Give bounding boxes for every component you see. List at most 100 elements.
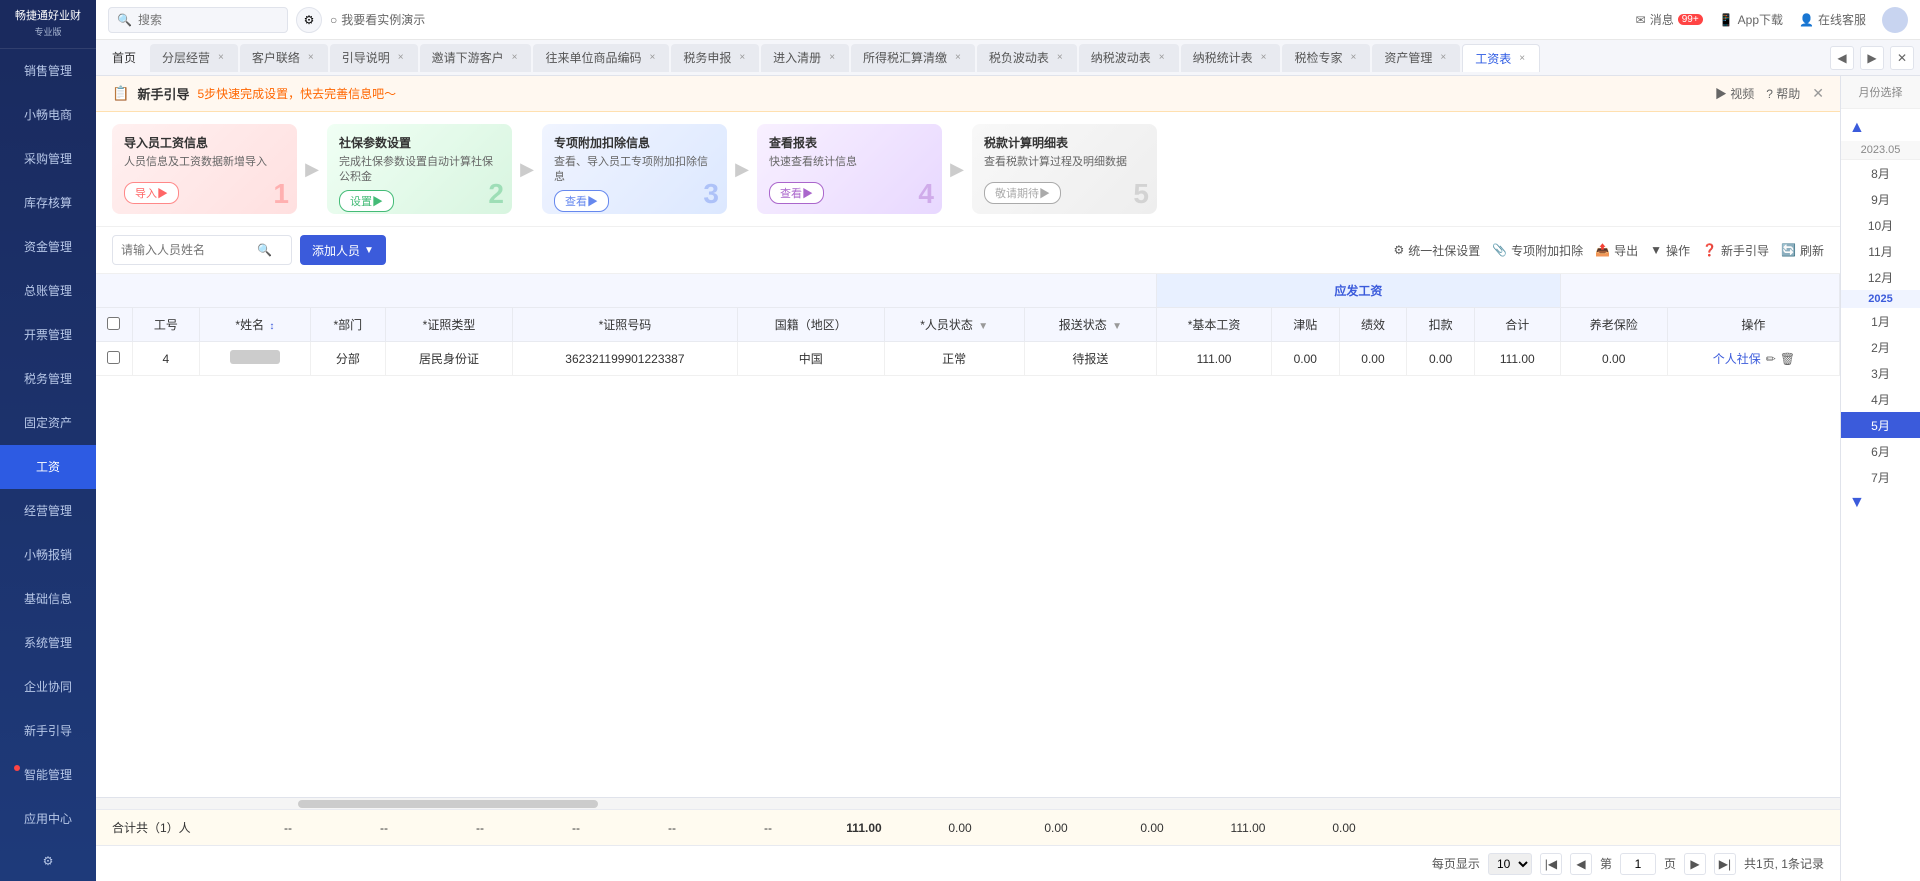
action-social-insurance-0[interactable]: 个人社保 (1713, 352, 1761, 366)
toolbar-action-1[interactable]: 📎专项附加扣除 (1492, 242, 1583, 259)
step-btn-3[interactable]: 查看▶ (769, 182, 824, 204)
tab-1[interactable]: 分层经营× (150, 44, 238, 72)
month-picker-nav-down[interactable]: ▼ (1849, 494, 1865, 512)
month-item-8[interactable]: 3月 (1841, 360, 1920, 386)
tab-close-5[interactable]: × (647, 51, 657, 64)
person-search-icon[interactable]: 🔍 (257, 243, 272, 257)
toolbar-action-4[interactable]: ❓新手引导 (1702, 242, 1769, 259)
scroll-thumb[interactable] (298, 800, 598, 808)
horizontal-scrollbar[interactable] (96, 797, 1840, 809)
toolbar-action-5[interactable]: 🔄刷新 (1781, 242, 1824, 259)
tab-close-10[interactable]: × (1157, 51, 1167, 64)
tab-12[interactable]: 税检专家× (1282, 44, 1370, 72)
row-checkbox-0[interactable] (107, 351, 120, 364)
add-person-btn[interactable]: 添加人员 ▼ (300, 235, 386, 265)
month-item-10[interactable]: 5月 (1841, 412, 1920, 438)
sidebar-item-9[interactable]: 工资 (0, 445, 96, 489)
month-item-4[interactable]: 12月 (1841, 264, 1920, 290)
guide-help-btn[interactable]: ? 帮助 (1766, 85, 1800, 102)
tab-11[interactable]: 纳税统计表× (1181, 44, 1281, 72)
user-avatar[interactable] (1882, 7, 1908, 33)
month-item-7[interactable]: 2月 (1841, 334, 1920, 360)
sidebar-item-11[interactable]: 小畅报销 (0, 533, 96, 577)
settings-btn[interactable]: ⚙ (296, 7, 322, 33)
sidebar-item-15[interactable]: 新手引导 (0, 709, 96, 753)
step-btn-1[interactable]: 设置▶ (339, 190, 394, 212)
tab-close-13[interactable]: × (1438, 51, 1448, 64)
toolbar-action-2[interactable]: 📤导出 (1595, 242, 1638, 259)
month-item-9[interactable]: 4月 (1841, 386, 1920, 412)
month-item-12[interactable]: 7月 (1841, 464, 1920, 490)
sidebar-item-7[interactable]: 税务管理 (0, 357, 96, 401)
sidebar-item-13[interactable]: 系统管理 (0, 621, 96, 665)
page-first-btn[interactable]: |◀ (1540, 853, 1562, 875)
page-next-btn[interactable]: ▶ (1684, 853, 1706, 875)
sidebar-item-10[interactable]: 经营管理 (0, 489, 96, 533)
tab-8[interactable]: 所得税汇算清缴× (851, 44, 975, 72)
online-service-btn[interactable]: 👤 在线客服 (1799, 11, 1866, 28)
guide-video-btn[interactable]: ▶ 视频 (1715, 85, 1754, 102)
page-last-btn[interactable]: ▶| (1714, 853, 1736, 875)
month-item-6[interactable]: 1月 (1841, 308, 1920, 334)
month-item-11[interactable]: 6月 (1841, 438, 1920, 464)
tab-4[interactable]: 邀请下游客户× (420, 44, 532, 72)
tab-3[interactable]: 引导说明× (330, 44, 418, 72)
tab-10[interactable]: 纳税波动表× (1079, 44, 1179, 72)
action-delete-icon-0[interactable]: 🗑 (1780, 352, 1795, 366)
tab-close-1[interactable]: × (216, 51, 226, 64)
tab-7[interactable]: 进入清册× (761, 44, 849, 72)
sidebar-item-0[interactable]: 销售管理 (0, 49, 96, 93)
sidebar-item-4[interactable]: 资金管理 (0, 225, 96, 269)
tab-close-all[interactable]: ✕ (1890, 46, 1914, 70)
sidebar-settings-btn[interactable]: ⚙ (0, 841, 96, 881)
per-page-select[interactable]: 10 20 50 (1488, 853, 1532, 875)
sidebar-item-12[interactable]: 基础信息 (0, 577, 96, 621)
tab-2[interactable]: 客户联络× (240, 44, 328, 72)
message-btn[interactable]: ✉ 消息 99+ (1636, 11, 1703, 28)
tab-9[interactable]: 税负波动表× (977, 44, 1077, 72)
tab-close-12[interactable]: × (1348, 51, 1358, 64)
tab-close-14[interactable]: × (1517, 52, 1527, 65)
guide-close-btn[interactable]: ✕ (1812, 85, 1824, 102)
tab-close-2[interactable]: × (306, 51, 316, 64)
tab-nav-next[interactable]: ▶ (1860, 46, 1884, 70)
tab-nav-prev[interactable]: ◀ (1830, 46, 1854, 70)
sidebar-item-16[interactable]: 智能管理 (0, 753, 96, 797)
sidebar-item-2[interactable]: 采购管理 (0, 137, 96, 181)
step-btn-0[interactable]: 导入▶ (124, 182, 179, 204)
tab-close-9[interactable]: × (1055, 51, 1065, 64)
sidebar-item-8[interactable]: 固定资产 (0, 401, 96, 445)
sidebar-item-14[interactable]: 企业协同 (0, 665, 96, 709)
page-number-input[interactable] (1620, 853, 1656, 875)
month-item-3[interactable]: 11月 (1841, 238, 1920, 264)
select-all-checkbox[interactable] (107, 317, 120, 330)
month-picker-nav-up[interactable]: ▲ (1849, 119, 1865, 137)
month-item-2[interactable]: 10月 (1841, 212, 1920, 238)
tab-6[interactable]: 税务申报× (671, 44, 759, 72)
tab-close-11[interactable]: × (1259, 51, 1269, 64)
tab-0[interactable]: 首页 (100, 44, 148, 72)
tab-close-4[interactable]: × (510, 51, 520, 64)
sidebar-item-1[interactable]: 小畅电商 (0, 93, 96, 137)
step-btn-4[interactable]: 敬请期待▶ (984, 182, 1061, 204)
sidebar-item-17[interactable]: 应用中心 (0, 797, 96, 841)
action-edit-icon-0[interactable]: ✏ (1766, 352, 1776, 366)
person-search-input[interactable] (121, 243, 251, 257)
tab-14[interactable]: 工资表× (1462, 44, 1540, 72)
top-search-input[interactable] (138, 13, 258, 27)
tab-close-6[interactable]: × (737, 51, 747, 64)
tab-close-3[interactable]: × (396, 51, 406, 64)
toolbar-action-0[interactable]: ⚙统一社保设置 (1393, 242, 1480, 259)
tab-13[interactable]: 资产管理× (1372, 44, 1460, 72)
tab-close-7[interactable]: × (827, 51, 837, 64)
sidebar-item-6[interactable]: 开票管理 (0, 313, 96, 357)
sidebar-item-3[interactable]: 库存核算 (0, 181, 96, 225)
app-download-btn[interactable]: 📱 App下载 (1719, 11, 1783, 28)
demo-btn[interactable]: ○ 我要看实例演示 (330, 11, 425, 28)
month-item-0[interactable]: 8月 (1841, 160, 1920, 186)
sidebar-item-5[interactable]: 总账管理 (0, 269, 96, 313)
step-btn-2[interactable]: 查看▶ (554, 190, 609, 212)
month-item-1[interactable]: 9月 (1841, 186, 1920, 212)
tab-5[interactable]: 往来单位商品编码× (533, 44, 669, 72)
tab-close-8[interactable]: × (953, 51, 963, 64)
